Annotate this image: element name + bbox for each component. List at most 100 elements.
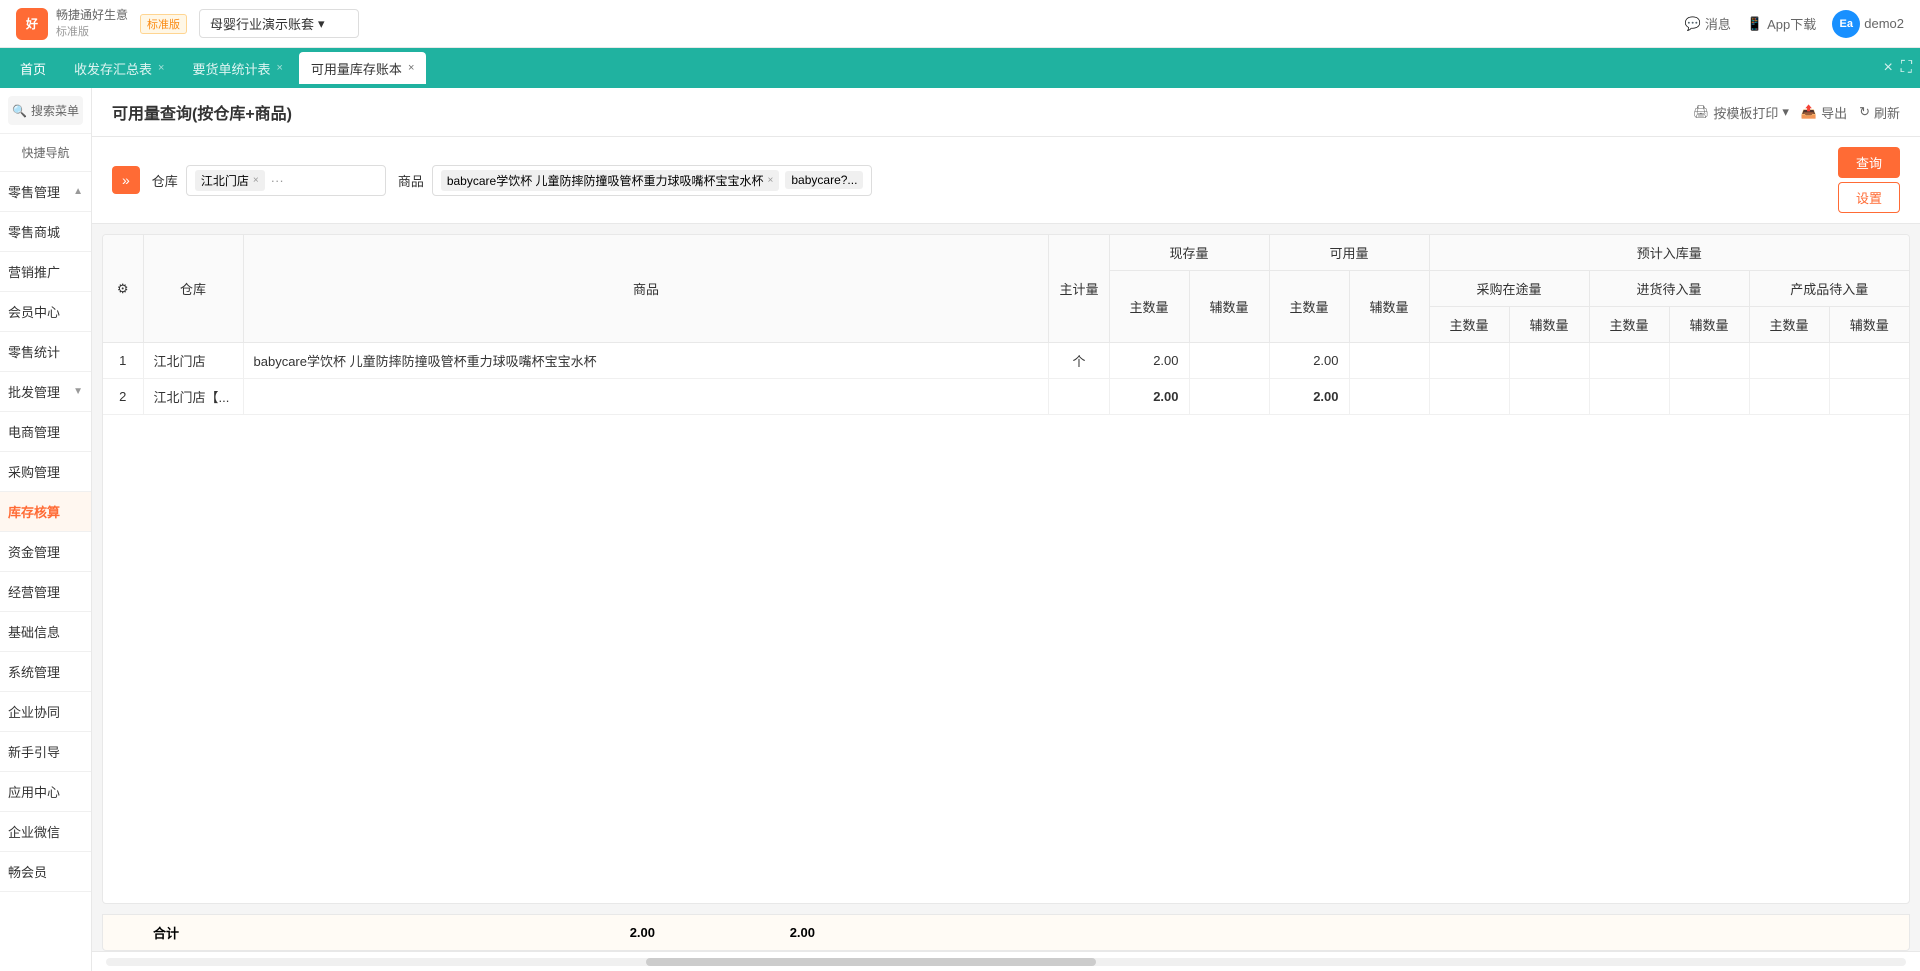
app-download-label: App下载: [1767, 14, 1816, 33]
refresh-icon: ↻: [1859, 104, 1870, 120]
td-stock-main: 2.00: [1109, 343, 1189, 379]
td-production-aux: [1829, 379, 1909, 415]
th-stock-group: 现存量: [1109, 235, 1269, 271]
sidebar-item-retail-stats[interactable]: 零售统计: [0, 332, 91, 372]
td-stock-aux: [1189, 379, 1269, 415]
footer-label: 合计: [143, 923, 243, 942]
order-stats-tab-label: 要货单统计表: [192, 59, 270, 78]
sidebar-item-label: 基础信息: [8, 622, 60, 641]
td-product: [243, 379, 1049, 415]
th-available-group: 可用量: [1269, 235, 1429, 271]
sidebar-item-purchase-mgmt[interactable]: 采购管理: [0, 452, 91, 492]
td-incoming-aux: [1669, 343, 1749, 379]
td-purchase-main: [1429, 343, 1509, 379]
close-icon[interactable]: ×: [408, 62, 414, 74]
td-incoming-main: [1589, 379, 1669, 415]
close-icon[interactable]: ×: [276, 62, 282, 74]
sidebar-item-app-center[interactable]: 应用中心: [0, 772, 91, 812]
tab-close-all-icon[interactable]: ×: [1883, 59, 1892, 77]
sidebar-item-system-mgmt[interactable]: 系统管理: [0, 652, 91, 692]
export-button[interactable]: 📤 导出: [1801, 103, 1847, 122]
warehouse-filter-group: 仓库 江北门店 × ···: [152, 165, 386, 196]
warehouse-filter-input[interactable]: 江北门店 × ···: [186, 165, 386, 196]
tab-home[interactable]: 首页: [8, 52, 58, 84]
sidebar-item-new-guide[interactable]: 新手引导: [0, 732, 91, 772]
sidebar-item-wholesale-mgmt[interactable]: 批发管理 ▼: [0, 372, 91, 412]
sidebar-item-label: 畅会员: [8, 862, 47, 881]
page-title: 可用量查询(按仓库+商品): [112, 100, 292, 124]
scrollbar-thumb[interactable]: [646, 958, 1096, 966]
export-icon: 📤: [1801, 104, 1817, 120]
product-tag-1: babycare学饮杯 儿童防摔防撞吸管杯重力球吸嘴杯宝宝水杯 ×: [441, 170, 780, 191]
tab-order-stats[interactable]: 要货单统计表 ×: [180, 52, 294, 84]
quick-nav-label: 快捷导航: [21, 146, 69, 160]
td-stock-aux: [1189, 343, 1269, 379]
sidebar-item-enterprise-collab[interactable]: 企业协同: [0, 692, 91, 732]
tab-receive-pay[interactable]: 收发存汇总表 ×: [62, 52, 176, 84]
tab-fullscreen-icon[interactable]: ⛶: [1901, 59, 1912, 77]
td-production-main: [1749, 379, 1829, 415]
sidebar-item-inventory-check[interactable]: 库存核算: [0, 492, 91, 532]
sidebar-item-enterprise-wechat[interactable]: 企业微信: [0, 812, 91, 852]
refresh-button[interactable]: ↻ 刷新: [1859, 103, 1900, 122]
sidebar-item-retail-mgmt[interactable]: 零售管理 ▲: [0, 172, 91, 212]
template-badge: 标准版: [140, 14, 187, 34]
message-label: 消息: [1705, 14, 1731, 33]
th-stock-aux: 辅数量: [1189, 271, 1269, 343]
sidebar-item-label: 企业微信: [8, 822, 60, 841]
sidebar-item-member-center[interactable]: 会员中心: [0, 292, 91, 332]
available-stock-tab-label: 可用量库存账本: [311, 59, 402, 78]
message-action[interactable]: 💬 消息: [1685, 14, 1731, 33]
data-table: ⚙ 仓库 商品 主计量 现存量 可用量 预计入库量 主数量 辅数量 主数量 辅数…: [103, 235, 1909, 415]
sidebar-item-label: 系统管理: [8, 662, 60, 681]
industry-selector[interactable]: 母婴行业演示账套 ▾: [199, 9, 359, 38]
user-area[interactable]: Ea demo2: [1832, 10, 1904, 38]
product-tag-close-icon[interactable]: ×: [768, 175, 774, 186]
sidebar-item-label: 会员中心: [8, 302, 60, 321]
th-incoming-group: 进货待入量: [1589, 271, 1749, 307]
table-row: 1 江北门店 babycare学饮杯 儿童防摔防撞吸管杯重力球吸嘴杯宝宝水杯 个…: [103, 343, 1909, 379]
sidebar-item-finance-mgmt[interactable]: 资金管理: [0, 532, 91, 572]
data-table-container: ⚙ 仓库 商品 主计量 现存量 可用量 预计入库量 主数量 辅数量 主数量 辅数…: [102, 234, 1910, 904]
more-dots-icon[interactable]: ···: [271, 173, 284, 188]
td-production-aux: [1829, 343, 1909, 379]
logo-text-area: 畅捷通好生意 标准版: [56, 8, 128, 40]
settings-icon[interactable]: ⚙: [117, 281, 129, 296]
setting-button[interactable]: 设置: [1838, 182, 1900, 213]
sidebar-item-vip-member[interactable]: 畅会员: [0, 852, 91, 892]
sidebar-search-area: 🔍 搜索菜单: [0, 88, 91, 134]
sidebar-item-label: 零售管理: [8, 182, 60, 201]
query-button[interactable]: 查询: [1838, 147, 1900, 178]
export-label: 导出: [1821, 103, 1847, 122]
th-stock-main: 主数量: [1109, 271, 1189, 343]
sidebar-item-marketing[interactable]: 营销推广: [0, 252, 91, 292]
filter-toggle-button[interactable]: »: [112, 166, 140, 194]
logo-text: 畅捷通好生意: [56, 8, 128, 24]
tab-bar: 首页 收发存汇总表 × 要货单统计表 × 可用量库存账本 × × ⛶: [0, 48, 1920, 88]
sidebar-item-ecommerce-mgmt[interactable]: 电商管理: [0, 412, 91, 452]
app-download-action[interactable]: 📱 App下载: [1747, 14, 1816, 33]
print-button[interactable]: 🖨 按模板打印 ▾: [1693, 103, 1789, 122]
sidebar-item-label: 零售商城: [8, 222, 60, 241]
td-seq: 1: [103, 343, 143, 379]
sidebar-item-quick-nav[interactable]: 快捷导航: [0, 134, 91, 172]
sidebar-item-retail-shop[interactable]: 零售商城: [0, 212, 91, 252]
sidebar-item-basic-info[interactable]: 基础信息: [0, 612, 91, 652]
sidebar-item-ops-mgmt[interactable]: 经营管理: [0, 572, 91, 612]
product-filter-input[interactable]: babycare学饮杯 儿童防摔防撞吸管杯重力球吸嘴杯宝宝水杯 × babyca…: [432, 165, 873, 196]
close-icon[interactable]: ×: [158, 62, 164, 74]
tab-available-stock[interactable]: 可用量库存账本 ×: [299, 52, 426, 84]
message-icon: 💬: [1685, 16, 1701, 32]
chevron-down-icon: ▾: [318, 16, 325, 32]
sidebar-item-label: 资金管理: [8, 542, 60, 561]
product-filter-group: 商品 babycare学饮杯 儿童防摔防撞吸管杯重力球吸嘴杯宝宝水杯 × bab…: [398, 165, 873, 196]
logo-area: 好 畅捷通好生意 标准版: [16, 8, 128, 40]
td-seq: 2: [103, 379, 143, 415]
horizontal-scrollbar[interactable]: [92, 951, 1920, 971]
warehouse-tag-close-icon[interactable]: ×: [253, 175, 259, 186]
td-purchase-main: [1429, 379, 1509, 415]
th-production-group: 产成品待入量: [1749, 271, 1909, 307]
search-menu-button[interactable]: 🔍 搜索菜单: [8, 96, 83, 125]
td-incoming-main: [1589, 343, 1669, 379]
filter-action-buttons: 查询 设置: [1838, 147, 1900, 213]
